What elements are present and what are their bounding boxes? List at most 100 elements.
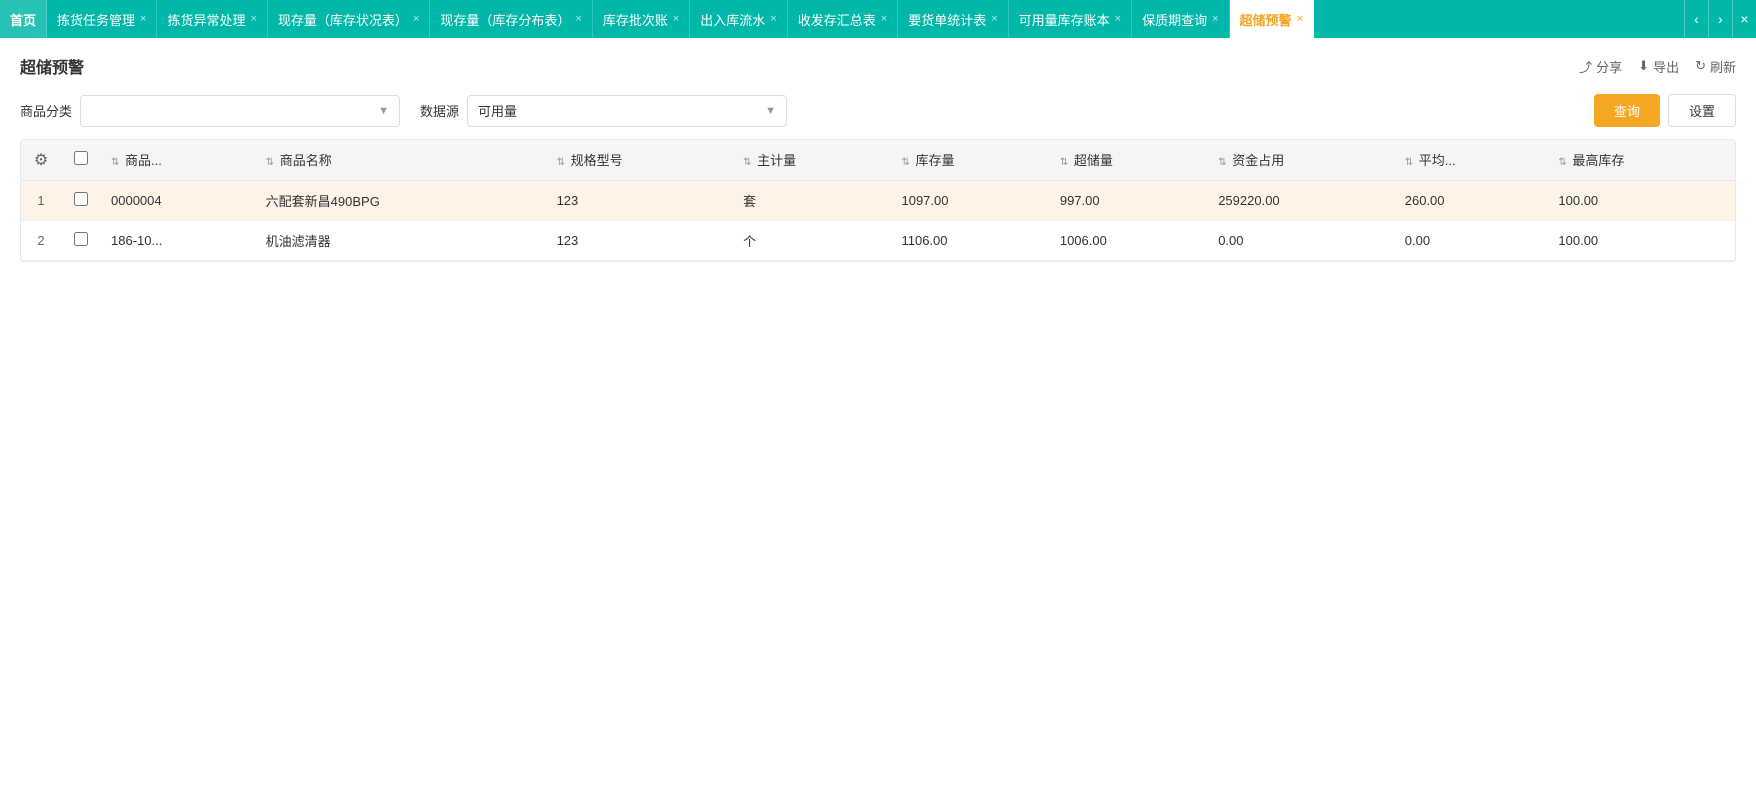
filter-actions: 查询 设置	[1594, 94, 1736, 127]
row-overstock: 997.00	[1050, 180, 1208, 220]
row-spec: 123	[547, 180, 734, 220]
top-nav: 首页 拣货任务管理 × 拣货异常处理 × 现存量（库存状况表） × 现存量（库存…	[0, 0, 1756, 38]
datasource-label: 数据源	[420, 101, 459, 120]
nav-home[interactable]: 首页	[0, 0, 47, 38]
nav-tab-4[interactable]: 库存批次账 ×	[593, 0, 690, 38]
col-product-code[interactable]: ⇅ 商品...	[101, 140, 256, 180]
sort-icon: ⇅	[1558, 157, 1566, 168]
row-spec: 123	[547, 220, 734, 260]
table-settings-header[interactable]: ⚙	[21, 140, 61, 180]
category-chevron-down-icon: ▼	[378, 105, 389, 117]
page-header: 超储预警 ⤴ 分享 ⬇ 导出 ↻ 刷新	[20, 54, 1736, 78]
table-row: 1 0000004 六配套新昌490BPG 123 套 1097.00 997.…	[21, 180, 1735, 220]
row-product-code: 0000004	[101, 180, 256, 220]
refresh-icon: ↻	[1695, 58, 1706, 74]
category-select[interactable]: ▼	[80, 95, 400, 127]
nav-tab-3[interactable]: 现存量（库存分布表） ×	[430, 0, 592, 38]
col-product-name[interactable]: ⇅ 商品名称	[256, 140, 547, 180]
nav-tab-6[interactable]: 收发存汇总表 ×	[788, 0, 898, 38]
row-stock: 1106.00	[891, 220, 1049, 260]
table: ⚙ ⇅ 商品... ⇅ 商品名称 ⇅ 规格型号	[21, 140, 1735, 261]
close-tab-5-icon[interactable]: ×	[770, 13, 776, 25]
sort-icon: ⇅	[1405, 157, 1413, 168]
close-tab-10-icon[interactable]: ×	[1297, 13, 1303, 25]
row-product-name: 六配套新昌490BPG	[256, 180, 547, 220]
nav-tab-9[interactable]: 保质期查询 ×	[1132, 0, 1229, 38]
page-content: 超储预警 ⤴ 分享 ⬇ 导出 ↻ 刷新 商品分类 ▼ 数据源	[0, 38, 1756, 278]
col-stock[interactable]: ⇅ 库存量	[891, 140, 1049, 180]
row-capital: 259220.00	[1208, 180, 1395, 220]
row-stock: 1097.00	[891, 180, 1049, 220]
table-body: 1 0000004 六配套新昌490BPG 123 套 1097.00 997.…	[21, 180, 1735, 260]
col-max-stock[interactable]: ⇅ 最高库存	[1548, 140, 1735, 180]
share-button[interactable]: ⤴ 分享	[1579, 57, 1622, 76]
nav-arrow-right[interactable]: ›	[1708, 0, 1732, 38]
nav-tab-1[interactable]: 拣货异常处理 ×	[157, 0, 267, 38]
sort-icon: ⇅	[1218, 157, 1226, 168]
select-all-checkbox[interactable]	[74, 151, 88, 165]
close-tab-7-icon[interactable]: ×	[991, 13, 997, 25]
row-max-stock: 100.00	[1548, 180, 1735, 220]
row-avg: 0.00	[1395, 220, 1549, 260]
datasource-filter-group: 数据源 可用量 ▼	[420, 95, 787, 127]
filter-row: 商品分类 ▼ 数据源 可用量 ▼ 查询 设置	[20, 94, 1736, 127]
table-row: 2 186-10... 机油滤清器 123 个 1106.00 1006.00 …	[21, 220, 1735, 260]
close-tab-8-icon[interactable]: ×	[1115, 13, 1121, 25]
col-capital[interactable]: ⇅ 资金占用	[1208, 140, 1395, 180]
col-overstock[interactable]: ⇅ 超储量	[1050, 140, 1208, 180]
nav-arrows: ‹ › ×	[1684, 0, 1756, 38]
gear-icon[interactable]: ⚙	[34, 152, 48, 169]
nav-arrow-close[interactable]: ×	[1732, 0, 1756, 38]
table-checkbox-header[interactable]	[61, 140, 101, 180]
row-index: 2	[21, 220, 61, 260]
close-tab-4-icon[interactable]: ×	[673, 13, 679, 25]
row-index: 1	[21, 180, 61, 220]
nav-arrow-left[interactable]: ‹	[1684, 0, 1708, 38]
row-unit: 套	[733, 180, 891, 220]
col-avg[interactable]: ⇅ 平均...	[1395, 140, 1549, 180]
header-actions: ⤴ 分享 ⬇ 导出 ↻ 刷新	[1579, 57, 1736, 76]
close-tab-0-icon[interactable]: ×	[140, 13, 146, 25]
sort-icon: ⇅	[557, 157, 565, 168]
category-label: 商品分类	[20, 101, 72, 120]
close-tab-1-icon[interactable]: ×	[250, 13, 256, 25]
settings-button[interactable]: 设置	[1668, 94, 1736, 127]
data-table: ⚙ ⇅ 商品... ⇅ 商品名称 ⇅ 规格型号	[20, 139, 1736, 262]
row-checkbox-cell[interactable]	[61, 180, 101, 220]
page-title: 超储预警	[20, 54, 84, 78]
share-icon: ⤴	[1579, 57, 1592, 76]
nav-tab-8[interactable]: 可用量库存账本 ×	[1009, 0, 1132, 38]
category-filter-group: 商品分类 ▼	[20, 95, 400, 127]
row-checkbox-cell[interactable]	[61, 220, 101, 260]
row-max-stock: 100.00	[1548, 220, 1735, 260]
datasource-select-value: 可用量	[478, 101, 517, 120]
sort-icon: ⇅	[743, 157, 751, 168]
row-checkbox[interactable]	[74, 192, 88, 206]
nav-tab-5[interactable]: 出入库流水 ×	[690, 0, 787, 38]
row-capital: 0.00	[1208, 220, 1395, 260]
sort-icon: ⇅	[111, 157, 119, 168]
close-tab-2-icon[interactable]: ×	[413, 13, 419, 25]
refresh-button[interactable]: ↻ 刷新	[1695, 57, 1736, 76]
close-tab-3-icon[interactable]: ×	[575, 13, 581, 25]
datasource-select[interactable]: 可用量 ▼	[467, 95, 787, 127]
export-button[interactable]: ⬇ 导出	[1638, 57, 1679, 76]
query-button[interactable]: 查询	[1594, 94, 1660, 127]
row-unit: 个	[733, 220, 891, 260]
row-product-code: 186-10...	[101, 220, 256, 260]
row-checkbox[interactable]	[74, 232, 88, 246]
table-header-row: ⚙ ⇅ 商品... ⇅ 商品名称 ⇅ 规格型号	[21, 140, 1735, 180]
sort-icon: ⇅	[901, 157, 909, 168]
datasource-chevron-down-icon: ▼	[765, 105, 776, 117]
col-spec[interactable]: ⇅ 规格型号	[547, 140, 734, 180]
sort-icon: ⇅	[1060, 157, 1068, 168]
export-icon: ⬇	[1638, 58, 1649, 74]
nav-tab-0[interactable]: 拣货任务管理 ×	[47, 0, 157, 38]
close-tab-9-icon[interactable]: ×	[1212, 13, 1218, 25]
close-tab-6-icon[interactable]: ×	[881, 13, 887, 25]
nav-tab-7[interactable]: 要货单统计表 ×	[898, 0, 1008, 38]
row-avg: 260.00	[1395, 180, 1549, 220]
nav-tab-2[interactable]: 现存量（库存状况表） ×	[268, 0, 430, 38]
nav-tab-10[interactable]: 超储预警 ×	[1230, 0, 1314, 38]
col-unit[interactable]: ⇅ 主计量	[733, 140, 891, 180]
